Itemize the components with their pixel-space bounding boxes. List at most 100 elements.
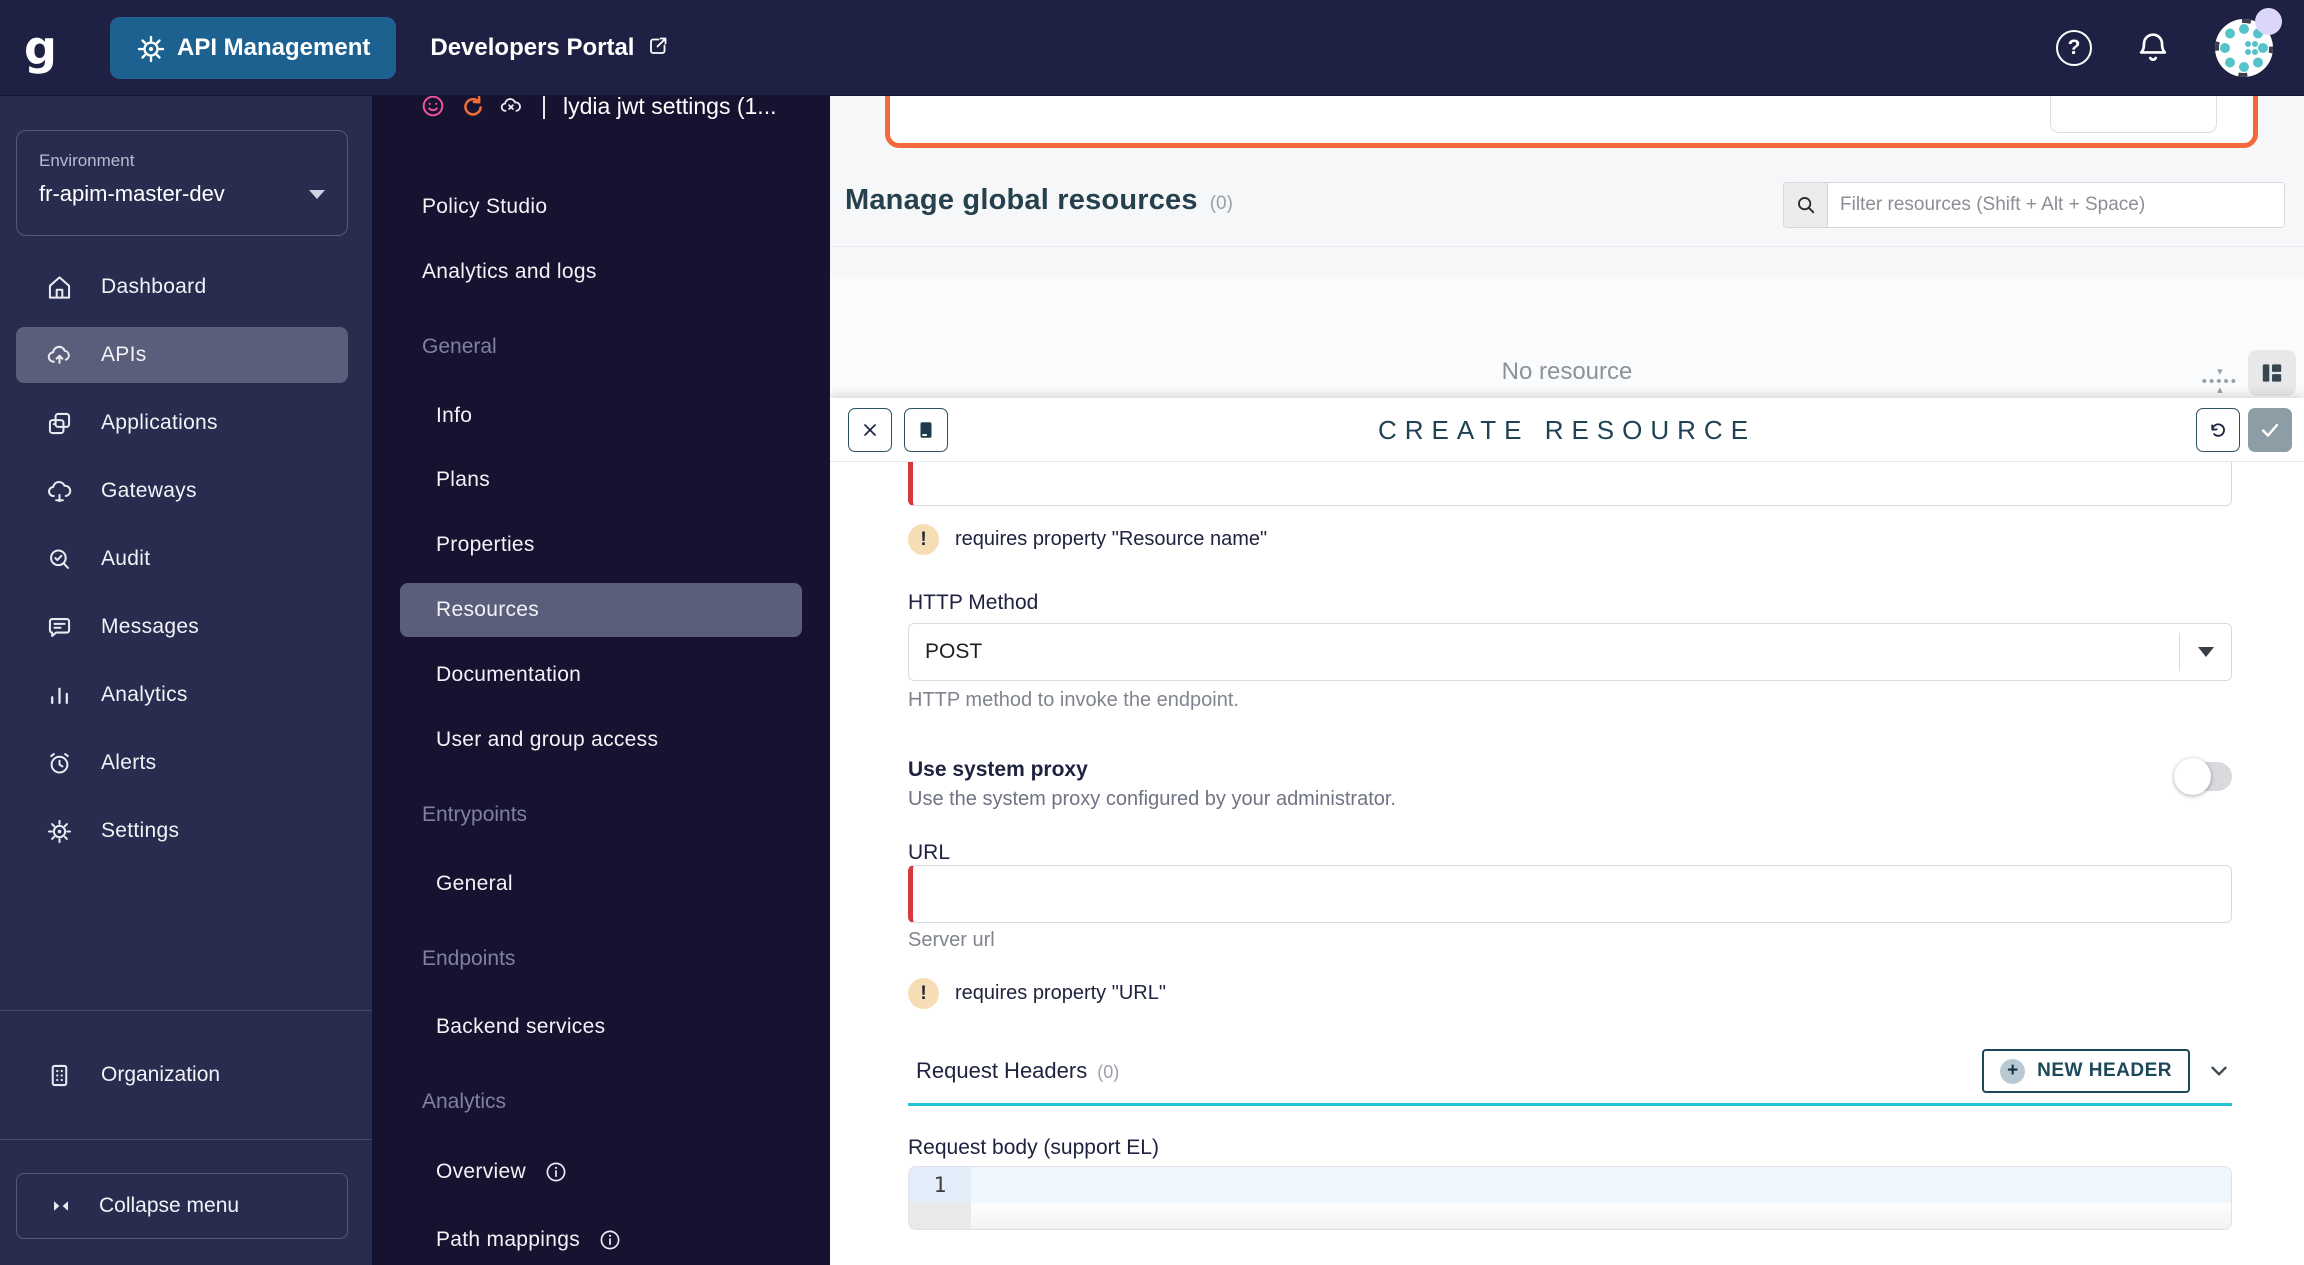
info-icon bbox=[544, 1160, 568, 1184]
cloud-gateway-icon bbox=[46, 478, 73, 505]
sidebar-item-dashboard[interactable]: Dashboard bbox=[16, 259, 348, 315]
messages-icon bbox=[46, 614, 73, 641]
http-method-select[interactable]: POST bbox=[908, 623, 2232, 681]
url-label: URL bbox=[908, 841, 951, 864]
sidebar-item-label: Organization bbox=[101, 1063, 221, 1086]
http-method-hint: HTTP method to invoke the endpoint. bbox=[908, 689, 1239, 711]
editor-area[interactable] bbox=[971, 1203, 2231, 1229]
environment-value: fr-apim-master-dev bbox=[39, 181, 225, 206]
audit-icon bbox=[46, 546, 73, 573]
home-icon bbox=[46, 274, 73, 301]
api-menu-plans[interactable]: Plans bbox=[400, 456, 802, 504]
status-badge bbox=[2255, 7, 2282, 35]
url-error: ! requires property "URL" bbox=[908, 978, 2232, 1009]
page-title: Manage global resources bbox=[845, 184, 1198, 216]
system-proxy-toggle[interactable] bbox=[2174, 758, 2232, 795]
api-menu-entrypoints-general[interactable]: General bbox=[400, 860, 802, 908]
section-underline bbox=[908, 1103, 2232, 1106]
system-proxy-label: Use system proxy bbox=[908, 758, 1088, 781]
divider bbox=[830, 246, 2304, 247]
organization-icon bbox=[46, 1062, 73, 1089]
api-header[interactable]: lydia jwt settings (1... bbox=[372, 96, 776, 130]
cloud-unsync-icon bbox=[498, 96, 525, 120]
api-menu-overview[interactable]: Overview bbox=[400, 1148, 802, 1196]
sidebar-item-analytics[interactable]: Analytics bbox=[16, 667, 348, 723]
chevron-down-icon[interactable] bbox=[2206, 1058, 2232, 1084]
gear-icon bbox=[46, 818, 73, 845]
api-menu-properties[interactable]: Properties bbox=[400, 521, 802, 569]
notifications-bell-icon[interactable] bbox=[2134, 29, 2172, 67]
sidebar-item-label: Applications bbox=[101, 411, 218, 434]
alert-banner bbox=[885, 96, 2258, 148]
http-method-label: HTTP Method bbox=[908, 591, 1039, 614]
api-menu-documentation[interactable]: Documentation bbox=[400, 651, 802, 699]
environment-label: Environment bbox=[39, 151, 135, 170]
gravitee-logo[interactable]: g bbox=[24, 21, 84, 75]
api-sidebar: lydia jwt settings (1... Policy Studio A… bbox=[372, 96, 830, 1265]
api-title: lydia jwt settings (1... bbox=[563, 96, 777, 119]
developers-portal-link[interactable]: Developers Portal bbox=[430, 34, 673, 62]
sidebar-item-applications[interactable]: Applications bbox=[16, 395, 348, 451]
filter-resources-input[interactable] bbox=[1828, 183, 2284, 227]
collapse-icon bbox=[49, 1194, 73, 1218]
save-button[interactable] bbox=[2248, 408, 2292, 452]
divider bbox=[0, 1139, 372, 1140]
editor-gutter bbox=[909, 1203, 971, 1229]
new-header-button[interactable]: + NEW HEADER bbox=[1982, 1049, 2190, 1093]
api-menu-section-entrypoints: Entrypoints bbox=[422, 803, 528, 826]
developers-portal-label: Developers Portal bbox=[430, 33, 635, 61]
request-headers-count: (0) bbox=[1097, 1062, 1120, 1082]
api-menu-user-group-access[interactable]: User and group access bbox=[400, 716, 802, 764]
drawer-resize-handle[interactable]: ▾ ••••• ▴ bbox=[2202, 367, 2238, 396]
request-body-editor[interactable]: 1 bbox=[908, 1166, 2232, 1230]
sidebar-item-label: Alerts bbox=[101, 751, 157, 774]
topbar-actions: ? bbox=[2056, 7, 2282, 78]
resource-name-input[interactable] bbox=[908, 462, 2232, 506]
api-menu-policy-studio[interactable]: Policy Studio bbox=[400, 183, 802, 231]
environment-selector[interactable]: Environment fr-apim-master-dev bbox=[16, 130, 348, 236]
divider bbox=[543, 96, 545, 119]
api-menu-analytics-logs[interactable]: Analytics and logs bbox=[400, 248, 802, 296]
drawer-layout-toggle-button[interactable] bbox=[2248, 350, 2296, 396]
reset-button[interactable] bbox=[2196, 408, 2240, 452]
api-menu-section-endpoints: Endpoints bbox=[422, 947, 516, 970]
user-avatar[interactable] bbox=[2214, 7, 2282, 78]
collapse-menu-button[interactable]: Collapse menu bbox=[16, 1173, 348, 1239]
search-icon bbox=[1784, 183, 1828, 227]
cloud-upload-icon bbox=[46, 342, 73, 369]
sidebar-item-organization[interactable]: Organization bbox=[16, 1047, 348, 1103]
sidebar-item-messages[interactable]: Messages bbox=[16, 599, 348, 655]
url-input[interactable] bbox=[908, 865, 2232, 923]
api-menu-resources[interactable]: Resources bbox=[400, 583, 802, 637]
request-body-label: Request body (support EL) bbox=[908, 1136, 1159, 1159]
api-menu-path-mappings[interactable]: Path mappings bbox=[400, 1216, 802, 1264]
bar-chart-icon bbox=[46, 682, 73, 709]
api-management-label: API Management bbox=[177, 33, 371, 61]
filter-field bbox=[1783, 182, 2285, 228]
plus-icon: + bbox=[2000, 1058, 2026, 1084]
sidebar-item-settings[interactable]: Settings bbox=[16, 803, 348, 859]
api-management-button[interactable]: API Management bbox=[110, 16, 397, 79]
help-icon[interactable]: ? bbox=[2056, 29, 2092, 66]
banner-action-button[interactable] bbox=[2050, 96, 2217, 133]
sidebar-item-alerts[interactable]: Alerts bbox=[16, 735, 348, 791]
applications-icon bbox=[46, 410, 73, 437]
api-menu-info[interactable]: Info bbox=[400, 392, 802, 440]
external-link-icon bbox=[646, 34, 673, 61]
http-method-value: POST bbox=[925, 640, 983, 663]
request-headers-section: Request Headers (0) + NEW HEADER bbox=[908, 1049, 2232, 1093]
editor-active-line[interactable] bbox=[971, 1167, 2231, 1203]
api-picture-icon bbox=[420, 96, 447, 120]
topbar: g API Management Developers Portal ? bbox=[0, 0, 2304, 96]
sidebar-item-apis[interactable]: APIs bbox=[16, 327, 348, 383]
info-icon bbox=[598, 1228, 622, 1252]
line-number: 1 bbox=[909, 1167, 971, 1203]
gear-icon bbox=[136, 34, 165, 63]
dialog-title: CREATE RESOURCE bbox=[1377, 414, 1757, 445]
redeploy-arrow-icon bbox=[459, 96, 486, 120]
warning-icon: ! bbox=[908, 524, 939, 555]
sidebar-item-gateways[interactable]: Gateways bbox=[16, 463, 348, 519]
sidebar-item-audit[interactable]: Audit bbox=[16, 531, 348, 587]
api-menu-backend-services[interactable]: Backend services bbox=[400, 1003, 802, 1051]
empty-state-text: No resource bbox=[1501, 358, 1633, 385]
